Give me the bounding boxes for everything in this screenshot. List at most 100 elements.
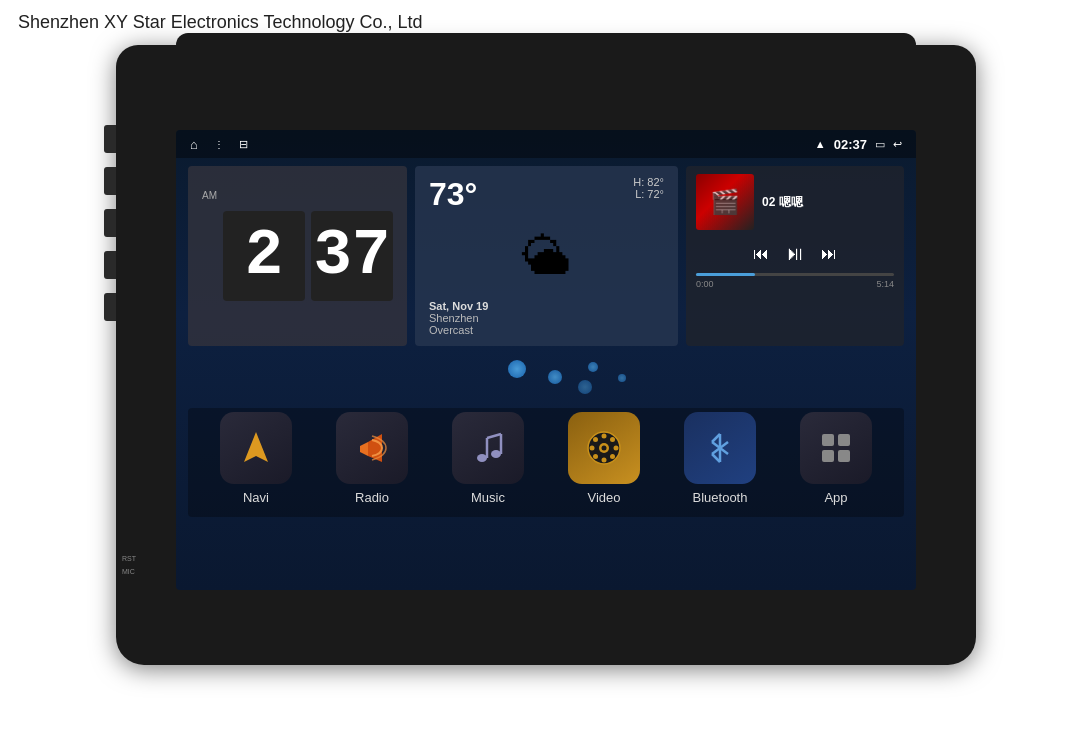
music-widget[interactable]: 🎬 02 嗯嗯 ⏮ ⏯ ⏭	[686, 166, 904, 346]
app-item-navi[interactable]: Navi	[220, 412, 292, 505]
clock-widget: AM 2 37	[188, 166, 407, 346]
app-label: App	[824, 490, 847, 505]
screen-bezel: ⌂ ⋮ ⊟ ▲ 02:37 ▭ ↩	[176, 130, 916, 590]
radio-icon-wrapper	[336, 412, 408, 484]
bottom-labels: RST MIC	[122, 555, 136, 575]
svg-point-11	[590, 446, 595, 451]
svg-point-14	[610, 454, 615, 459]
weather-widget: 73° H: 82° L: 72° 🌥 Sat, Nov 19 Sh	[415, 166, 678, 346]
wifi-icon: ▲	[815, 138, 826, 150]
app-item-app[interactable]: App	[800, 412, 872, 505]
app-icon-wrapper	[800, 412, 872, 484]
status-bar-right: ▲ 02:37 ▭ ↩	[815, 137, 902, 152]
svg-point-15	[610, 437, 615, 442]
music-info: 02 嗯嗯	[762, 194, 894, 211]
radio-label: Radio	[355, 490, 389, 505]
music-prev-button[interactable]: ⏮	[753, 245, 769, 263]
music-controls: ⏮ ⏯ ⏭	[696, 242, 894, 265]
dot-1	[508, 360, 526, 378]
car-unit: RST MIC ⌂ ⋮ ⊟ ▲ 02:3	[116, 45, 976, 665]
power-button[interactable]	[104, 125, 116, 153]
dot-2	[548, 370, 562, 384]
weather-icon: 🌥	[429, 228, 664, 286]
car-unit-wrapper: RST MIC ⌂ ⋮ ⊟ ▲ 02:3	[0, 45, 1092, 665]
svg-point-12	[614, 446, 619, 451]
radio-icon	[350, 426, 394, 470]
progress-times: 0:00 5:14	[696, 279, 894, 289]
dot-4	[618, 374, 626, 382]
home-button[interactable]	[104, 167, 116, 195]
svg-point-13	[593, 437, 598, 442]
weather-top: 73° H: 82° L: 72°	[429, 176, 664, 213]
app-item-radio[interactable]: Radio	[336, 412, 408, 505]
status-bar: ⌂ ⋮ ⊟ ▲ 02:37 ▭ ↩	[176, 130, 916, 158]
svg-point-10	[602, 458, 607, 463]
svg-point-8	[602, 446, 607, 451]
clock-hour: 2	[223, 211, 305, 301]
svg-point-9	[602, 434, 607, 439]
music-label: Music	[471, 490, 505, 505]
music-album-icon: 🎬	[710, 188, 740, 216]
music-progress: 0:00 5:14	[696, 273, 894, 289]
navi-label: Navi	[243, 490, 269, 505]
home-status-icon[interactable]: ⌂	[190, 137, 198, 152]
vol-down-button[interactable]	[104, 293, 116, 321]
svg-marker-0	[244, 432, 268, 462]
widgets-row: AM 2 37 73° H: 82° L: 72°	[188, 166, 904, 346]
navi-icon-wrapper	[220, 412, 292, 484]
android-screen: ⌂ ⋮ ⊟ ▲ 02:37 ▭ ↩	[176, 130, 916, 590]
back-status-icon[interactable]: ↩	[893, 138, 902, 151]
weather-city-condition: Shenzhen Overcast	[429, 312, 664, 336]
weather-city: Shenzhen	[429, 312, 479, 324]
weather-date: Sat, Nov 19	[429, 300, 664, 312]
weather-low: L: 72°	[633, 188, 664, 200]
mic-label: MIC	[122, 568, 136, 575]
music-time-current: 0:00	[696, 279, 714, 289]
svg-point-1	[477, 454, 487, 462]
app-grid-icon	[814, 426, 858, 470]
video-icon	[582, 426, 626, 470]
dots-area	[188, 352, 904, 402]
dot-5	[578, 380, 592, 394]
svg-rect-21	[838, 450, 850, 462]
music-icon	[466, 426, 510, 470]
company-title: Shenzhen XY Star Electronics Technology …	[18, 12, 423, 32]
navi-icon	[234, 426, 278, 470]
apps-row: Navi	[188, 408, 904, 517]
weather-high: H: 82°	[633, 176, 664, 188]
app-item-bluetooth[interactable]: Bluetooth	[684, 412, 756, 505]
app-item-video[interactable]: Video	[568, 412, 640, 505]
music-next-button[interactable]: ⏭	[821, 245, 837, 263]
weather-hi-lo: H: 82° L: 72°	[633, 176, 664, 200]
svg-point-2	[491, 450, 501, 458]
clock-minute: 37	[311, 211, 393, 301]
clock-period: AM	[202, 190, 217, 201]
svg-line-5	[487, 434, 501, 438]
app-item-music[interactable]: Music	[452, 412, 524, 505]
music-time-total: 5:14	[876, 279, 894, 289]
video-label: Video	[587, 490, 620, 505]
rst-label: RST	[122, 555, 136, 562]
video-icon-wrapper	[568, 412, 640, 484]
progress-bar-fill	[696, 273, 755, 276]
screenshot-icon[interactable]: ⊟	[239, 138, 248, 151]
dot-3	[588, 362, 598, 372]
main-content: AM 2 37 73° H: 82° L: 72°	[176, 158, 916, 590]
battery-icon: ▭	[875, 138, 885, 151]
music-icon-wrapper	[452, 412, 524, 484]
back-button[interactable]	[104, 209, 116, 237]
vol-up-button[interactable]	[104, 251, 116, 279]
music-album-art: 🎬	[696, 174, 754, 230]
status-time: 02:37	[834, 137, 867, 152]
weather-bottom: Sat, Nov 19 Shenzhen Overcast	[429, 300, 664, 336]
weather-condition: Overcast	[429, 324, 473, 336]
music-play-button[interactable]: ⏯	[785, 242, 805, 265]
bluetooth-icon-wrapper	[684, 412, 756, 484]
music-album-inner: 🎬	[696, 174, 754, 230]
svg-rect-20	[822, 450, 834, 462]
svg-rect-19	[838, 434, 850, 446]
menu-dots-icon[interactable]: ⋮	[214, 139, 223, 150]
status-bar-left: ⌂ ⋮ ⊟	[190, 137, 248, 152]
progress-bar-bg	[696, 273, 894, 276]
svg-rect-18	[822, 434, 834, 446]
